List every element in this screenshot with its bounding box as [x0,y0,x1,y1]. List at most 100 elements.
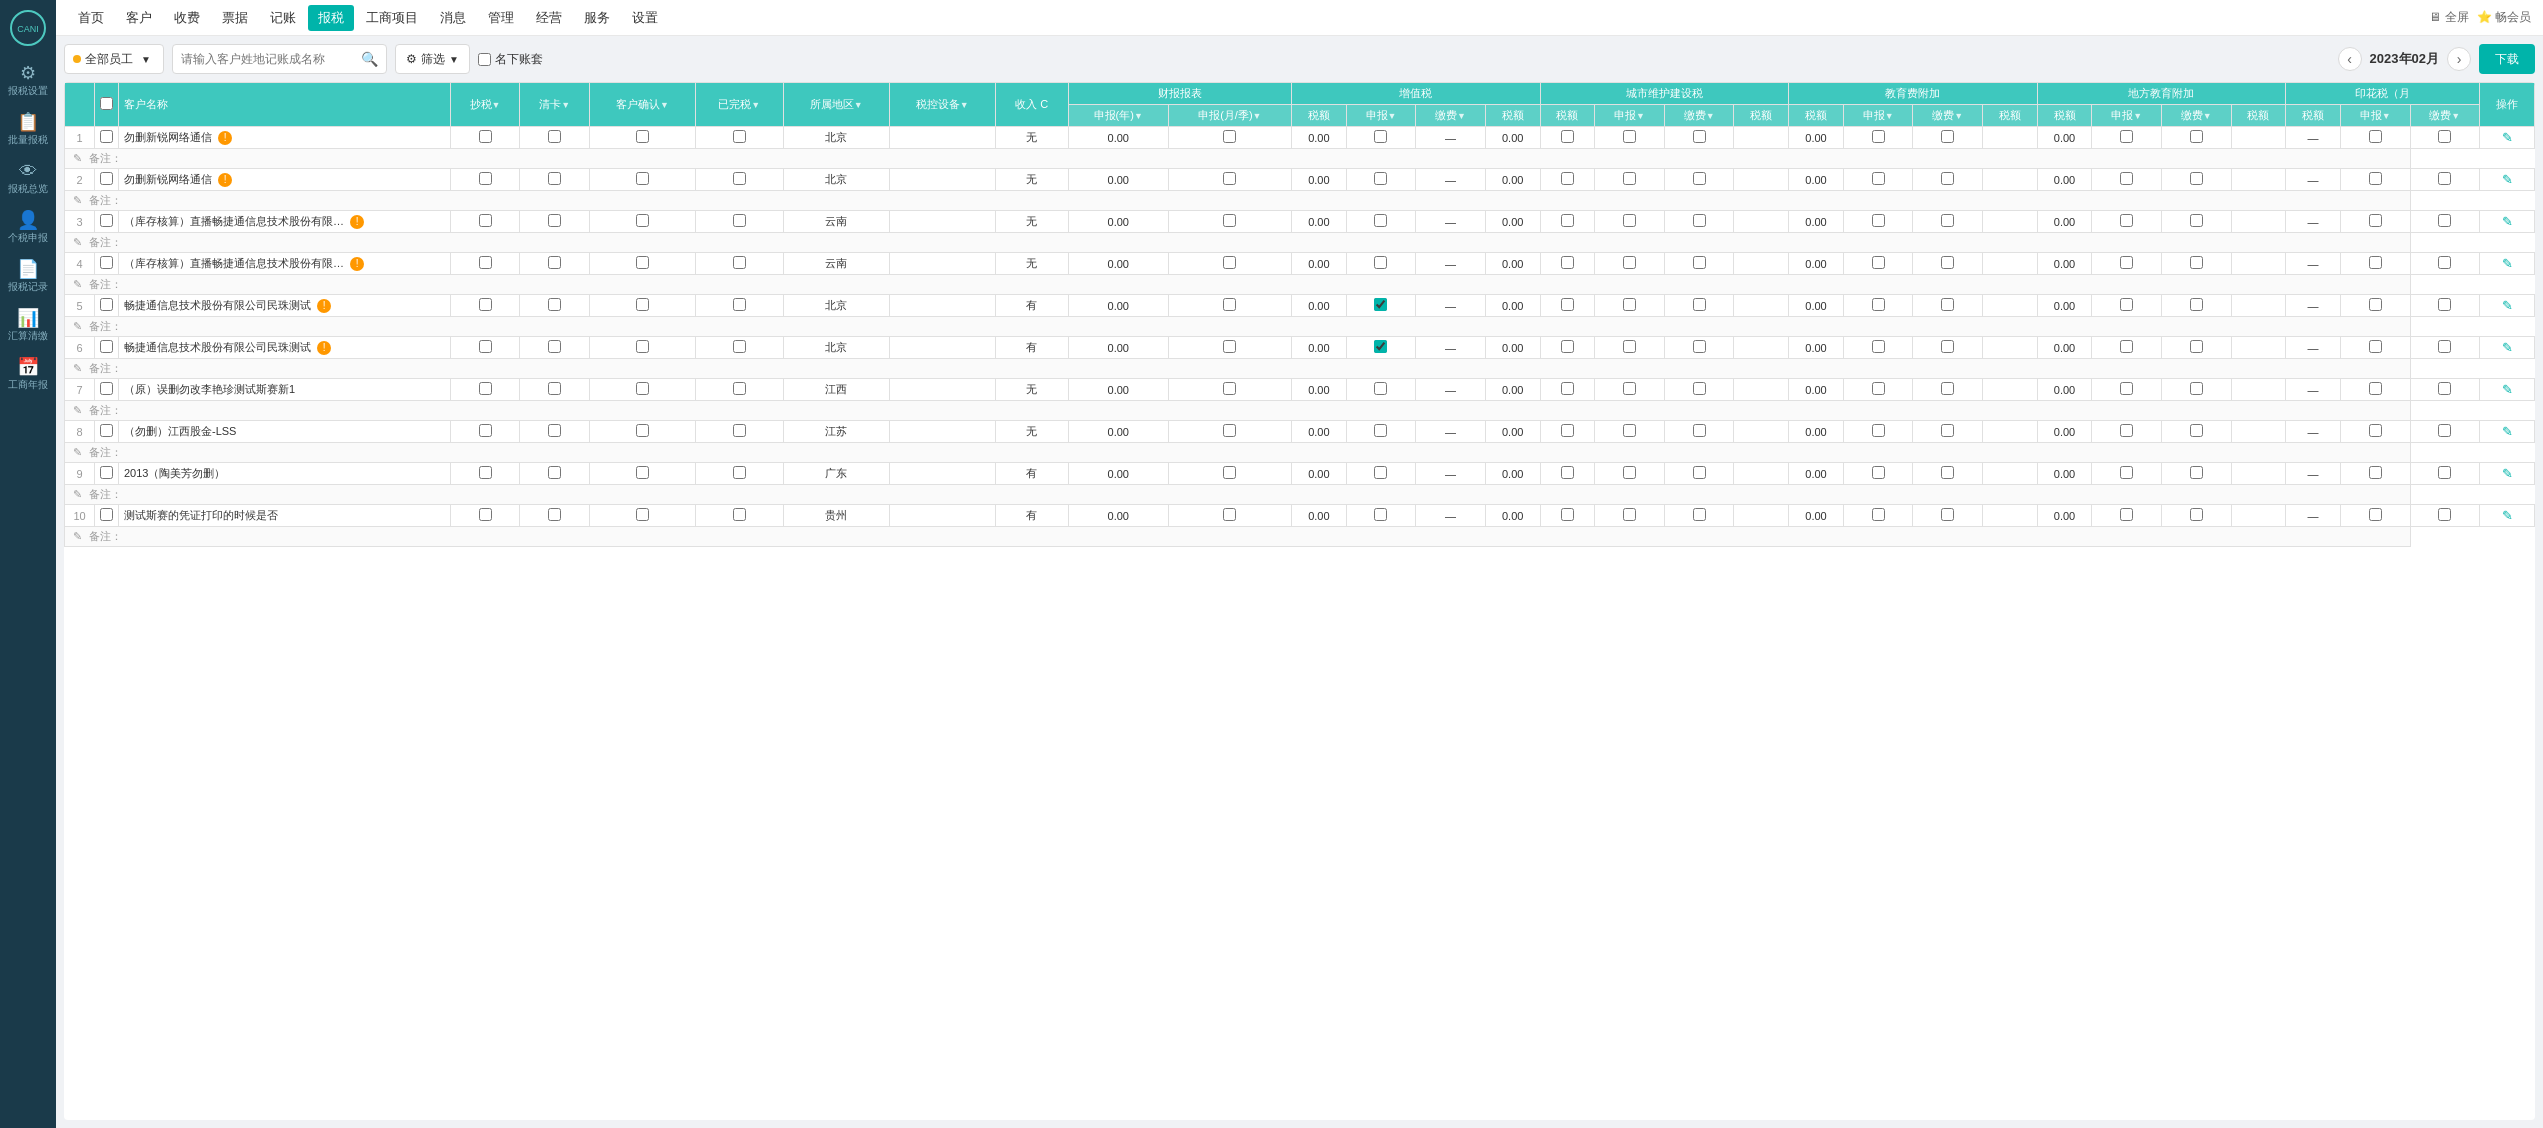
ledu-declare-cb[interactable] [2120,256,2133,269]
ledu-pay-cb[interactable] [2190,256,2203,269]
edu-declare-cb[interactable] [1872,256,1885,269]
paid-checkbox[interactable] [733,256,746,269]
checkbox-label[interactable]: 名下账套 [478,51,543,68]
search-icon[interactable]: 🔍 [361,51,378,67]
stamp-declare-cb[interactable] [2369,466,2382,479]
vat-declare-checkbox[interactable] [1374,130,1387,143]
search-input[interactable] [181,52,361,66]
edit-icon[interactable]: ✎ [2502,256,2513,271]
chaoshu-checkbox[interactable] [479,340,492,353]
ledu-declare-cb[interactable] [2120,466,2133,479]
stamp-declare-cb[interactable] [2369,130,2382,143]
edu-pay-cb[interactable] [1941,256,1954,269]
ledu-declare-cb[interactable] [2120,172,2133,185]
qingka-checkbox[interactable] [548,214,561,227]
row-checkbox-cell[interactable] [95,421,119,443]
vat-declare-checkbox[interactable] [1374,172,1387,185]
stamp-declare-cb[interactable] [2369,172,2382,185]
row-checkbox-cell[interactable] [95,253,119,275]
urban-pay-cb[interactable] [1693,508,1706,521]
edit-icon[interactable]: ✎ [2502,298,2513,313]
edu-pay-cb[interactable] [1941,298,1954,311]
confirm-checkbox[interactable] [636,298,649,311]
vat-declare-checkbox[interactable] [1374,340,1387,353]
paid-checkbox[interactable] [733,466,746,479]
qingka-checkbox[interactable] [548,256,561,269]
stamp-pay-cb[interactable] [2438,424,2451,437]
urban-declare-cb[interactable] [1623,424,1636,437]
topnav-item-票据[interactable]: 票据 [212,5,258,31]
qingka-checkbox[interactable] [548,382,561,395]
vat-declare-checkbox[interactable] [1374,382,1387,395]
row-checkbox[interactable] [100,298,113,311]
urban-pay-cb[interactable] [1693,130,1706,143]
chaoshu-checkbox[interactable] [479,424,492,437]
edu-declare-cb[interactable] [1872,130,1885,143]
stamp-pay-cb[interactable] [2438,172,2451,185]
urban-pay-cb[interactable] [1693,214,1706,227]
stamp-pay-cb[interactable] [2438,214,2451,227]
urban-declare-cb[interactable] [1623,298,1636,311]
edit-icon[interactable]: ✎ [2502,214,2513,229]
edu-pay-cb[interactable] [1941,382,1954,395]
urban-declare-cb[interactable] [1623,130,1636,143]
row-checkbox[interactable] [100,382,113,395]
row-checkbox-cell[interactable] [95,379,119,401]
edu-pay-cb[interactable] [1941,424,1954,437]
topnav-item-客户[interactable]: 客户 [116,5,162,31]
row-checkbox[interactable] [100,466,113,479]
fullscreen-btn[interactable]: 🖥 全屏 [2429,9,2468,26]
chaoshu-checkbox[interactable] [479,382,492,395]
fin-month-checkbox[interactable] [1223,298,1236,311]
edu-declare-cb[interactable] [1872,382,1885,395]
paid-checkbox[interactable] [733,340,746,353]
paid-checkbox[interactable] [733,214,746,227]
ledu-pay-cb[interactable] [2190,466,2203,479]
warn-icon[interactable]: ! [218,131,232,145]
stamp-declare-cb[interactable] [2369,382,2382,395]
paid-checkbox[interactable] [733,382,746,395]
vat-declare-checkbox[interactable] [1374,298,1387,311]
stamp-declare-cb[interactable] [2369,298,2382,311]
employee-select[interactable]: 全部员工 ▼ [64,44,164,74]
chaoshu-checkbox[interactable] [479,214,492,227]
topnav-item-消息[interactable]: 消息 [430,5,476,31]
paid-checkbox[interactable] [733,130,746,143]
stamp-pay-cb[interactable] [2438,508,2451,521]
edu-declare-cb[interactable] [1872,466,1885,479]
topnav-item-报税[interactable]: 报税 [308,5,354,31]
urban-pay-cb[interactable] [1693,256,1706,269]
sidebar-item-batch-tax[interactable]: 📋 批量报税 [4,105,52,154]
ledu-pay-cb[interactable] [2190,382,2203,395]
sidebar-item-tax-view[interactable]: 👁 报税总览 [4,154,52,203]
ledu-pay-cb[interactable] [2190,508,2203,521]
confirm-checkbox[interactable] [636,382,649,395]
ledu-pay-cb[interactable] [2190,298,2203,311]
sidebar-item-tax-record[interactable]: 📄 报税记录 [4,252,52,301]
confirm-checkbox[interactable] [636,214,649,227]
urban-cb[interactable] [1561,424,1574,437]
vat-declare-checkbox[interactable] [1374,256,1387,269]
warn-icon[interactable]: ! [350,257,364,271]
edit-icon[interactable]: ✎ [2502,382,2513,397]
ledu-declare-cb[interactable] [2120,382,2133,395]
row-checkbox[interactable] [100,424,113,437]
warn-icon[interactable]: ! [317,341,331,355]
row-checkbox[interactable] [100,508,113,521]
fin-month-checkbox[interactable] [1223,256,1236,269]
ledu-declare-cb[interactable] [2120,298,2133,311]
sidebar-item-tax-settings[interactable]: ⚙ 报税设置 [4,56,52,105]
paid-checkbox[interactable] [733,298,746,311]
urban-declare-cb[interactable] [1623,340,1636,353]
urban-pay-cb[interactable] [1693,340,1706,353]
edu-pay-cb[interactable] [1941,508,1954,521]
confirm-checkbox[interactable] [636,466,649,479]
row-checkbox[interactable] [100,340,113,353]
edit-icon[interactable]: ✎ [2502,424,2513,439]
stamp-pay-cb[interactable] [2438,256,2451,269]
ledu-pay-cb[interactable] [2190,214,2203,227]
row-checkbox[interactable] [100,130,113,143]
sidebar-item-annual-report[interactable]: 📅 工商年报 [4,350,52,399]
sidebar-item-personal-tax[interactable]: 👤 个税申报 [4,203,52,252]
vat-declare-checkbox[interactable] [1374,214,1387,227]
